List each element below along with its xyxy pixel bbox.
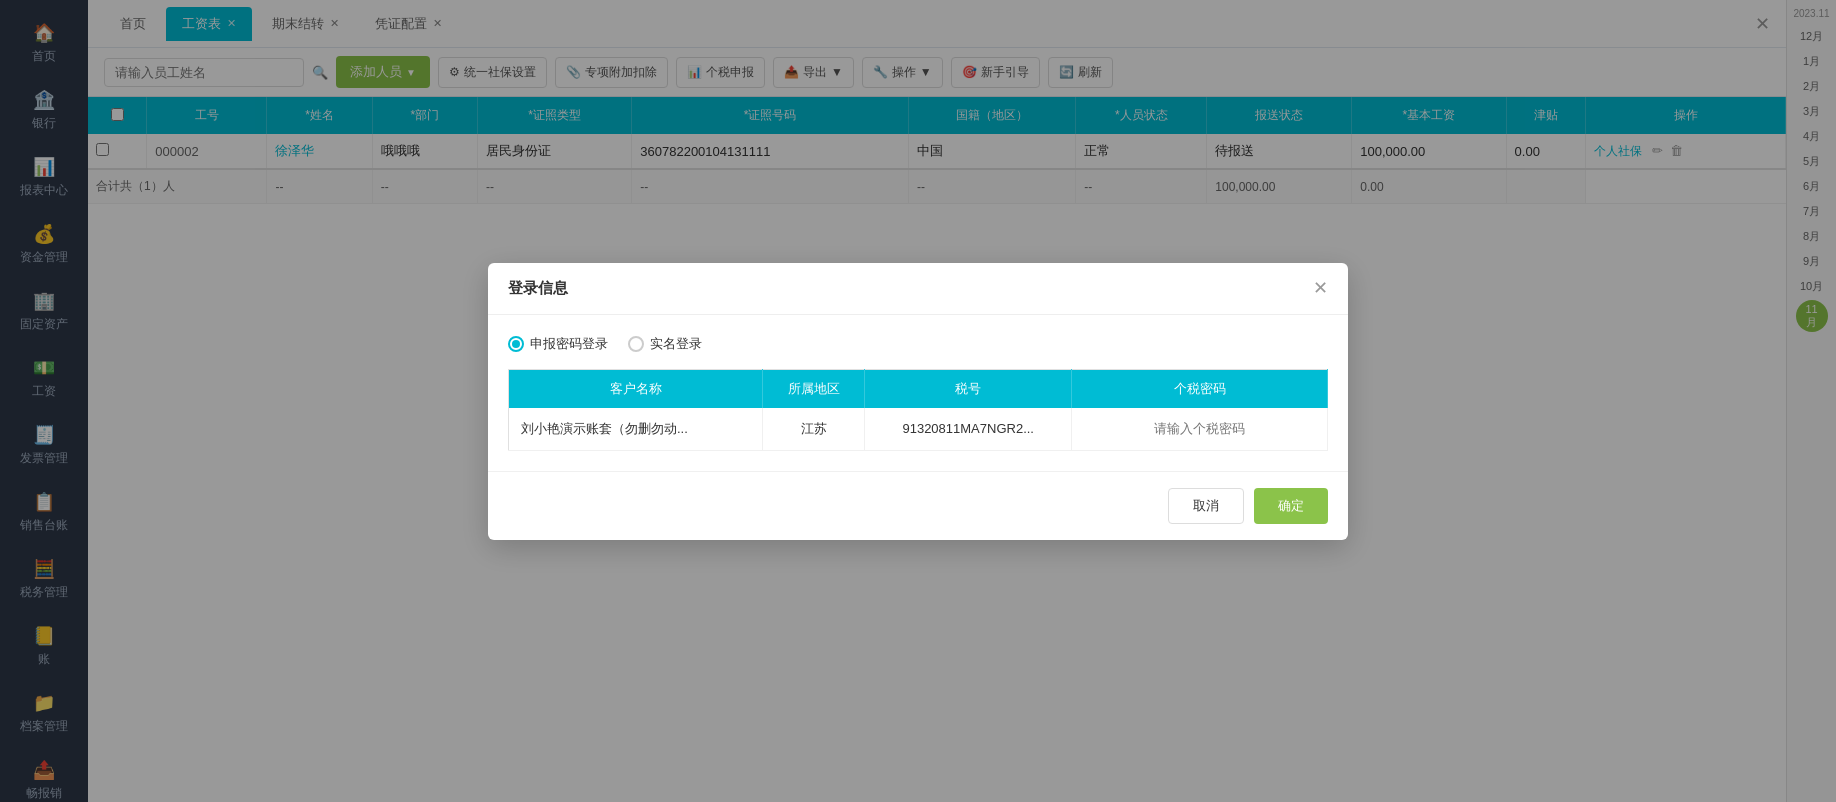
dialog-title: 登录信息 [508,279,568,298]
confirm-button[interactable]: 确定 [1254,488,1328,524]
radio-group: 申报密码登录 实名登录 [508,335,1328,353]
login-tax-no: 91320811MA7NGR2... [865,408,1072,451]
col-tax-password: 个税密码 [1072,369,1328,408]
radio-password-login[interactable]: 申报密码登录 [508,335,608,353]
dialog-footer: 取消 确定 [488,471,1348,540]
radio-realname-label: 实名登录 [650,335,702,353]
login-info-table: 客户名称 所属地区 税号 个税密码 刘小艳演示账套（勿删勿动... 江苏 913… [508,369,1328,451]
login-table-header: 客户名称 所属地区 税号 个税密码 [509,369,1328,408]
radio-realname-dot [628,336,644,352]
login-dialog: 登录信息 ✕ 申报密码登录 实名登录 客户名称 所属地区 [488,263,1348,540]
login-client-name: 刘小艳演示账套（勿删勿动... [509,408,763,451]
login-region: 江苏 [763,408,865,451]
col-tax-no: 税号 [865,369,1072,408]
radio-password-dot [508,336,524,352]
tax-password-input[interactable] [1084,421,1315,436]
login-table-row: 刘小艳演示账套（勿删勿动... 江苏 91320811MA7NGR2... [509,408,1328,451]
radio-realname-login[interactable]: 实名登录 [628,335,702,353]
dialog-header: 登录信息 ✕ [488,263,1348,315]
login-tax-password-cell [1072,408,1328,451]
radio-password-label: 申报密码登录 [530,335,608,353]
dialog-body: 申报密码登录 实名登录 客户名称 所属地区 税号 个税密码 [488,315,1348,471]
dialog-overlay: 登录信息 ✕ 申报密码登录 实名登录 客户名称 所属地区 [0,0,1836,802]
dialog-close-button[interactable]: ✕ [1313,279,1328,297]
col-client-name: 客户名称 [509,369,763,408]
col-region: 所属地区 [763,369,865,408]
cancel-button[interactable]: 取消 [1168,488,1244,524]
